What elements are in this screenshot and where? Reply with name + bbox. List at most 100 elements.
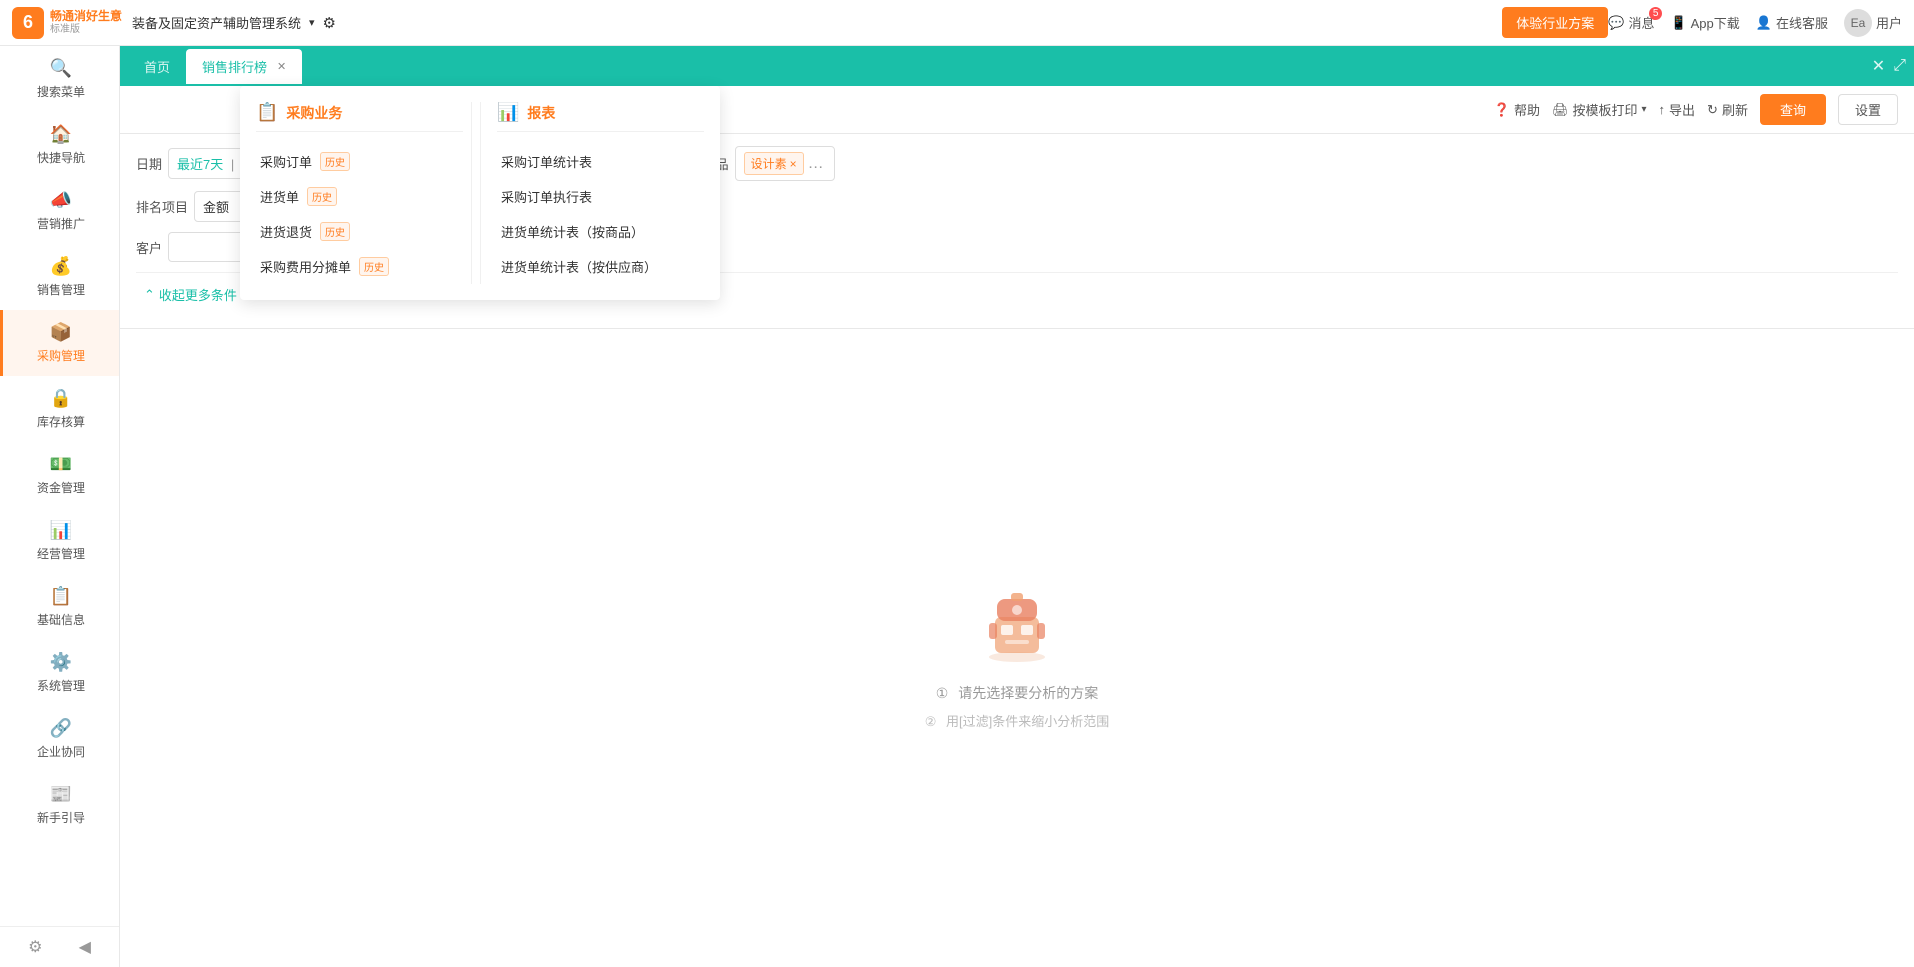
dropdown-columns: 📋 采购业务 采购订单 历史 进货单 历史 进货退货 历史 bbox=[256, 102, 704, 284]
empty-illustration bbox=[967, 567, 1067, 667]
print-icon: 🖨 bbox=[1552, 102, 1569, 118]
goods-tag-close-icon[interactable]: × bbox=[790, 157, 797, 171]
help-label: 帮助 bbox=[1514, 100, 1540, 119]
filter-goods: 商品 设计素 × … bbox=[703, 146, 835, 181]
tab-close-icon[interactable]: ✕ bbox=[277, 60, 286, 73]
history-badge-2: 历史 bbox=[320, 222, 350, 241]
settings-btn[interactable]: 设置 bbox=[1838, 94, 1898, 125]
phone-icon: 📱 bbox=[1670, 15, 1686, 31]
sidebar-item-inventory[interactable]: 🔒 库存核算 bbox=[0, 376, 119, 442]
search-icon: 🔍 bbox=[50, 58, 72, 79]
dropdown-item-expense-label: 采购费用分摊单 bbox=[260, 257, 351, 276]
user-btn[interactable]: Ea 用户 bbox=[1844, 9, 1902, 37]
title-arrow-icon: ▾ bbox=[309, 16, 315, 29]
sidebar-item-inventory-label: 库存核算 bbox=[37, 413, 85, 430]
message-badge: 5 bbox=[1649, 7, 1663, 20]
dropdown-item-goods-by-supplier[interactable]: 进货单统计表（按供应商） bbox=[497, 249, 704, 284]
message-btn[interactable]: 💬 消息 5 bbox=[1608, 13, 1654, 32]
print-label: 按模板打印 bbox=[1572, 100, 1637, 119]
tab-fullscreen-icon[interactable]: ⤢ bbox=[1893, 57, 1906, 75]
print-btn[interactable]: 🖨 按模板打印 ▾ bbox=[1552, 100, 1647, 119]
rank-label: 排名项目 bbox=[136, 197, 188, 216]
purchase-header-icon: 📋 bbox=[256, 102, 278, 123]
report-header-icon: 📊 bbox=[497, 102, 519, 123]
collapse-label: 收起更多条件 bbox=[159, 285, 237, 304]
sidebar-item-search[interactable]: 🔍 搜索菜单 bbox=[0, 46, 119, 112]
help-btn[interactable]: ❓ 帮助 bbox=[1494, 100, 1540, 119]
operations-icon: 📊 bbox=[50, 520, 72, 541]
dropdown-item-order-stats[interactable]: 采购订单统计表 bbox=[497, 144, 704, 179]
sidebar-item-enterprise-label: 企业协同 bbox=[37, 743, 85, 760]
sidebar-item-enterprise[interactable]: 🔗 企业协同 bbox=[0, 706, 119, 772]
empty-hint2: ② 用[过滤]条件来缩小分析范围 bbox=[925, 711, 1110, 730]
inventory-icon: 🔒 bbox=[50, 388, 72, 409]
app-download-btn[interactable]: 📱 App下载 bbox=[1670, 13, 1739, 32]
goods-input[interactable]: 设计素 × … bbox=[735, 146, 835, 181]
help-icon: ❓ bbox=[1494, 102, 1510, 118]
main-layout: 🔍 搜索菜单 🏠 快捷导航 📣 营销推广 💰 销售管理 📦 采购管理 🔒 库存核… bbox=[0, 46, 1914, 967]
purchase-icon: 📦 bbox=[50, 322, 72, 343]
topbar-right: 💬 消息 5 📱 App下载 👤 在线客服 Ea 用户 bbox=[1608, 9, 1902, 37]
sidebar-item-finance[interactable]: 💵 资金管理 bbox=[0, 442, 119, 508]
system-icon: ⚙️ bbox=[50, 652, 72, 673]
dropdown-item-purchase-order[interactable]: 采购订单 历史 bbox=[256, 144, 463, 179]
home-icon: 🏠 bbox=[50, 124, 72, 145]
refresh-label: 刷新 bbox=[1722, 100, 1748, 119]
sidebar-item-sales[interactable]: 💰 销售管理 bbox=[0, 244, 119, 310]
sidebar-item-basic-info[interactable]: 📋 基础信息 bbox=[0, 574, 119, 640]
date-quick-7[interactable]: 最近7天 bbox=[177, 157, 223, 172]
marketing-icon: 📣 bbox=[50, 190, 72, 211]
content-area: 首页 销售排行榜 ✕ ✕ ⤢ ❓ 帮助 🖨 按模板打印 bbox=[120, 46, 1914, 967]
goods-tag-text: 设计素 bbox=[751, 155, 787, 172]
empty-state: ① 请先选择要分析的方案 ② 用[过滤]条件来缩小分析范围 bbox=[120, 329, 1914, 967]
export-label: 导出 bbox=[1669, 100, 1695, 119]
goods-dots[interactable]: … bbox=[808, 155, 824, 173]
avatar: Ea bbox=[1844, 9, 1872, 37]
sidebar-item-finance-label: 资金管理 bbox=[37, 479, 85, 496]
sidebar: 🔍 搜索菜单 🏠 快捷导航 📣 营销推广 💰 销售管理 📦 采购管理 🔒 库存核… bbox=[0, 46, 120, 967]
sidebar-item-guide-label: 新手引导 bbox=[37, 809, 85, 826]
finance-icon: 💵 bbox=[50, 454, 72, 475]
dropdown-item-expense[interactable]: 采购费用分摊单 历史 bbox=[256, 249, 463, 284]
sidebar-item-sales-label: 销售管理 bbox=[37, 281, 85, 298]
sidebar-item-system[interactable]: ⚙️ 系统管理 bbox=[0, 640, 119, 706]
empty-hint1: ① 请先选择要分析的方案 bbox=[936, 683, 1098, 703]
dropdown-item-goods-return[interactable]: 进货退货 历史 bbox=[256, 214, 463, 249]
topbar-gear-icon[interactable]: ⚙ bbox=[323, 14, 336, 32]
sidebar-item-operations[interactable]: 📊 经营管理 bbox=[0, 508, 119, 574]
refresh-btn[interactable]: ↻ 刷新 bbox=[1707, 100, 1748, 119]
export-btn[interactable]: ↑ 导出 bbox=[1659, 100, 1696, 119]
sidebar-item-guide[interactable]: 📰 新手引导 bbox=[0, 772, 119, 838]
tab-sales-rank[interactable]: 销售排行榜 ✕ bbox=[186, 49, 302, 84]
sidebar-item-purchase[interactable]: 📦 采购管理 bbox=[0, 310, 119, 376]
dropdown-item-goods-by-product[interactable]: 进货单统计表（按商品） bbox=[497, 214, 704, 249]
dropdown-item-goods-by-product-label: 进货单统计表（按商品） bbox=[501, 222, 644, 241]
export-icon: ↑ bbox=[1659, 102, 1666, 117]
dropdown-item-order-exec[interactable]: 采购订单执行表 bbox=[497, 179, 704, 214]
dropdown-item-goods-receipt[interactable]: 进货单 历史 bbox=[256, 179, 463, 214]
industry-btn[interactable]: 体验行业方案 bbox=[1502, 7, 1608, 38]
logo-main: 畅通消好生意 bbox=[50, 9, 122, 23]
sidebar-settings-icon[interactable]: ⚙ bbox=[28, 937, 42, 957]
purchase-dropdown: 📋 采购业务 采购订单 历史 进货单 历史 进货退货 历史 bbox=[240, 86, 720, 300]
sidebar-collapse-icon[interactable]: ◀ bbox=[79, 937, 91, 957]
rank-value: 金额 bbox=[203, 197, 229, 216]
user-label: 用户 bbox=[1876, 13, 1902, 32]
logo: 6 畅通消好生意 标准版 bbox=[12, 7, 132, 39]
online-service-btn[interactable]: 👤 在线客服 bbox=[1756, 13, 1828, 32]
tab-window-close-icon[interactable]: ✕ bbox=[1872, 56, 1885, 76]
online-service-label: 在线客服 bbox=[1776, 13, 1828, 32]
logo-text: 畅通消好生意 标准版 bbox=[50, 9, 122, 35]
logo-sub: 标准版 bbox=[50, 24, 122, 36]
query-btn[interactable]: 查询 bbox=[1760, 94, 1826, 125]
sidebar-item-marketing[interactable]: 📣 营销推广 bbox=[0, 178, 119, 244]
sidebar-item-quick-nav-label: 快捷导航 bbox=[37, 149, 85, 166]
sidebar-item-operations-label: 经营管理 bbox=[37, 545, 85, 562]
dropdown-item-goods-by-supplier-label: 进货单统计表（按供应商） bbox=[501, 257, 657, 276]
tab-home[interactable]: 首页 bbox=[128, 49, 186, 84]
topbar-title: 装备及固定资产辅助管理系统 ▾ ⚙ bbox=[132, 13, 1494, 32]
date-label: 日期 bbox=[136, 154, 162, 173]
sidebar-item-purchase-label: 采购管理 bbox=[37, 347, 85, 364]
history-badge-1: 历史 bbox=[307, 187, 337, 206]
sidebar-item-quick-nav[interactable]: 🏠 快捷导航 bbox=[0, 112, 119, 178]
